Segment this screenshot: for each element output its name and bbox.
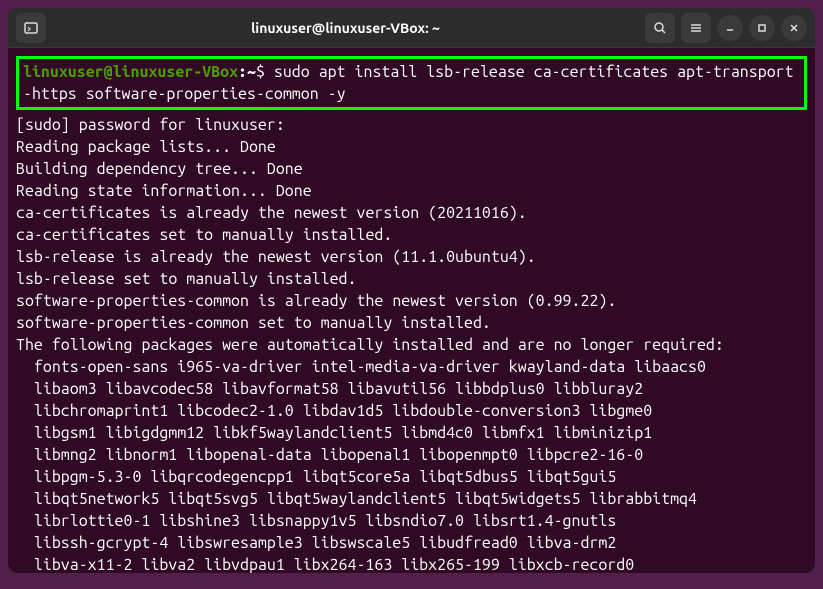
minimize-button[interactable] bbox=[717, 15, 743, 41]
command-highlight: linuxuser@linuxuser-VBox:~$ sudo apt ins… bbox=[16, 56, 807, 110]
prompt-symbol: $ bbox=[256, 63, 274, 81]
close-button[interactable] bbox=[781, 15, 807, 41]
close-icon bbox=[789, 23, 799, 33]
package-line: fonts-open-sans i965-va-driver intel-med… bbox=[16, 356, 807, 378]
window-title: linuxuser@linuxuser-VBox: ~ bbox=[52, 20, 639, 36]
terminal-icon bbox=[24, 21, 38, 35]
output-line: ca-certificates is already the newest ve… bbox=[16, 202, 807, 224]
output-line: software-properties-common is already th… bbox=[16, 290, 807, 312]
package-line: libssh-gcrypt-4 libswresample3 libswscal… bbox=[16, 532, 807, 554]
package-line: libpgm-5.3-0 libqrcodegencpp1 libqt5core… bbox=[16, 466, 807, 488]
hamburger-icon bbox=[689, 21, 703, 35]
search-icon bbox=[653, 21, 667, 35]
output-line: software-properties-common set to manual… bbox=[16, 312, 807, 334]
package-line: libgsm1 libigdgmm12 libkf5waylandclient5… bbox=[16, 422, 807, 444]
output-lines: [sudo] password for linuxuser:Reading pa… bbox=[16, 114, 807, 356]
output-line: The following packages were automaticall… bbox=[16, 334, 807, 356]
package-line: libqt5network5 libqt5svg5 libqt5waylandc… bbox=[16, 488, 807, 510]
package-line: libmng2 libnorm1 libopenal-data libopena… bbox=[16, 444, 807, 466]
search-button[interactable] bbox=[645, 13, 675, 43]
package-line: libva-x11-2 libva2 libvdpau1 libx264-163… bbox=[16, 554, 807, 573]
prompt-user-host: linuxuser@linuxuser-VBox bbox=[23, 63, 238, 81]
output-line: Reading package lists... Done bbox=[16, 136, 807, 158]
package-line: libchromaprint1 libcodec2-1.0 libdav1d5 … bbox=[16, 400, 807, 422]
maximize-button[interactable] bbox=[749, 15, 775, 41]
menu-button[interactable] bbox=[681, 13, 711, 43]
terminal-window: linuxuser@linuxuser-VBox: ~ bbox=[8, 8, 815, 573]
output-line: [sudo] password for linuxuser: bbox=[16, 114, 807, 136]
package-line: libaom3 libavcodec58 libavformat58 libav… bbox=[16, 378, 807, 400]
output-line: Reading state information... Done bbox=[16, 180, 807, 202]
minimize-icon bbox=[725, 23, 735, 33]
prompt-path: :~ bbox=[238, 63, 256, 81]
terminal-body[interactable]: linuxuser@linuxuser-VBox:~$ sudo apt ins… bbox=[8, 48, 815, 573]
output-line: lsb-release set to manually installed. bbox=[16, 268, 807, 290]
output-line: lsb-release is already the newest versio… bbox=[16, 246, 807, 268]
package-line: librlottie0-1 libshine3 libsnappy1v5 lib… bbox=[16, 510, 807, 532]
output-line: Building dependency tree... Done bbox=[16, 158, 807, 180]
output-line: ca-certificates set to manually installe… bbox=[16, 224, 807, 246]
titlebar: linuxuser@linuxuser-VBox: ~ bbox=[8, 8, 815, 48]
maximize-icon bbox=[757, 23, 767, 33]
new-tab-button[interactable] bbox=[16, 13, 46, 43]
package-list: fonts-open-sans i965-va-driver intel-med… bbox=[16, 356, 807, 573]
